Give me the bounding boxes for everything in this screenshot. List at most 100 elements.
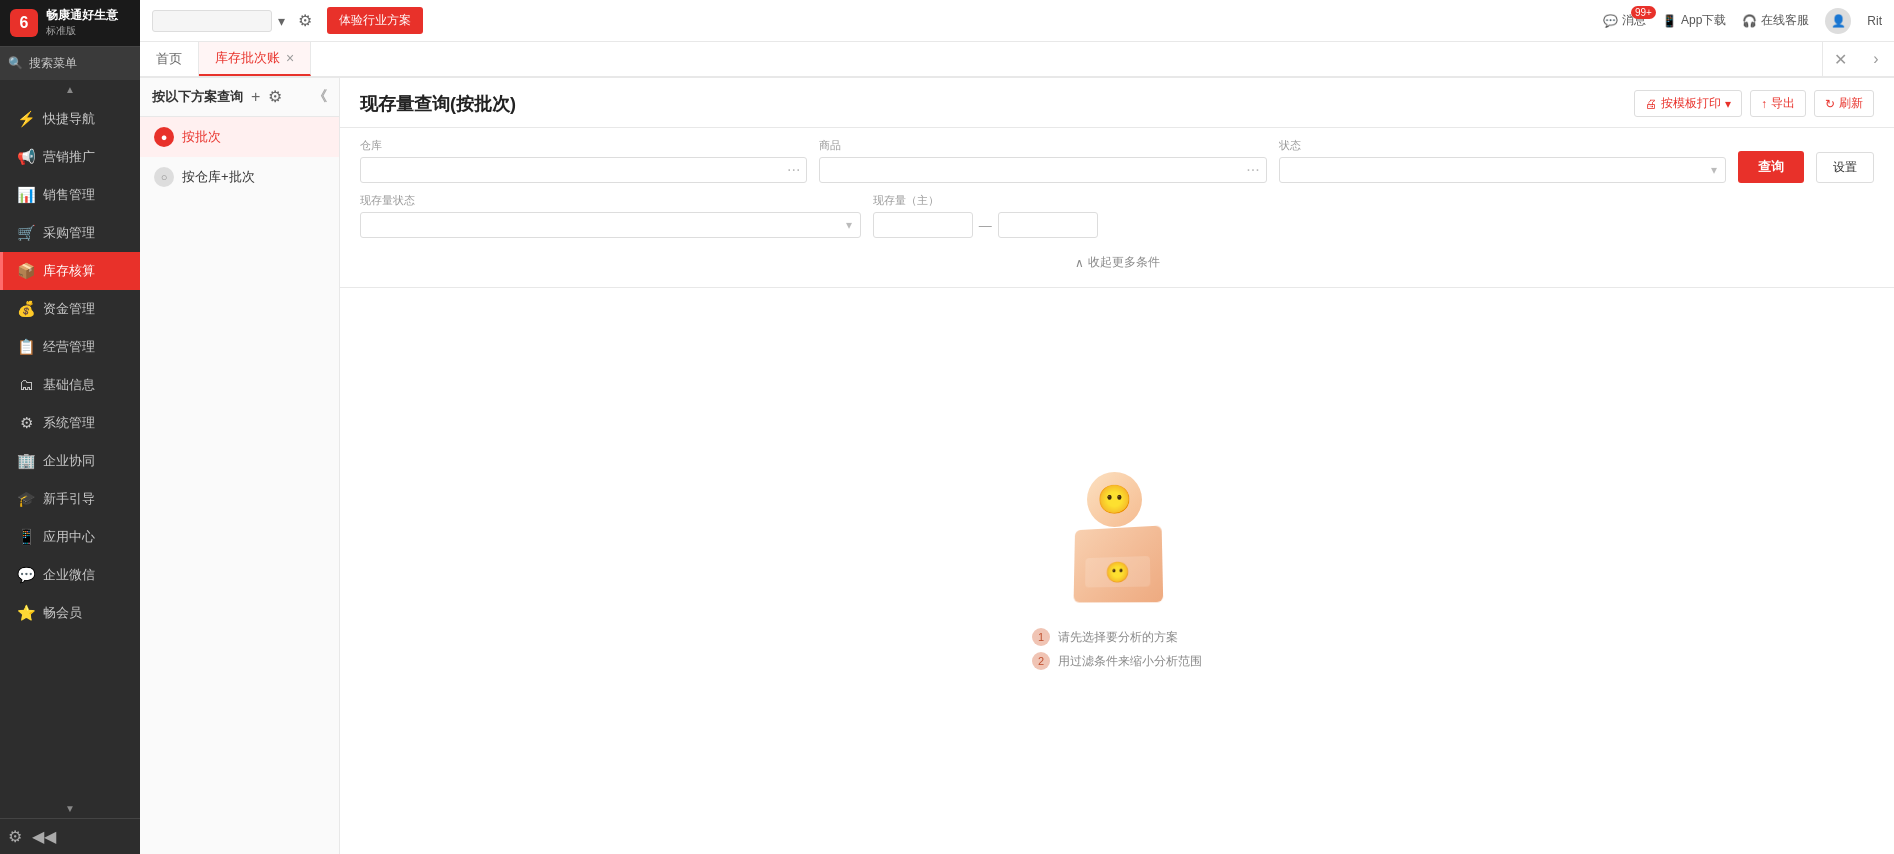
warehouse-label: 仓库 — [360, 138, 807, 153]
empty-box-face: 😶 — [1085, 556, 1150, 588]
print-dropdown-arrow: ▾ — [1725, 97, 1731, 111]
sidebar: 6 畅康通好生意 标准版 🔍 搜索菜单 ▲ ⚡ 快捷导航 📢 营销推广 📊 销售… — [0, 0, 140, 854]
refresh-button[interactable]: ↻ 刷新 — [1814, 90, 1874, 117]
batch-scheme-label: 按批次 — [182, 128, 221, 146]
filter-item-warehouse-batch[interactable]: ○ 按仓库+批次 — [140, 157, 339, 197]
warehouse-input-wrap: ··· — [360, 157, 807, 183]
collapse-sidebar-icon[interactable]: ◀◀ — [32, 827, 56, 846]
inventory-icon: 📦 — [17, 262, 35, 280]
sidebar-item-inventory[interactable]: 📦 库存核算 — [0, 252, 140, 290]
query-button[interactable]: 查询 — [1738, 151, 1804, 183]
sidebar-item-finance[interactable]: 💰 资金管理 — [0, 290, 140, 328]
tab-home[interactable]: 首页 — [140, 42, 199, 76]
export-button[interactable]: ↑ 导出 — [1750, 90, 1806, 117]
shortcut-icon: ⚡ — [17, 110, 35, 128]
avatar[interactable]: 👤 — [1825, 8, 1851, 34]
scroll-up-button[interactable]: ▲ — [0, 80, 140, 100]
finance-icon: 💰 — [17, 300, 35, 318]
sidebar-item-sales[interactable]: 📊 销售管理 — [0, 176, 140, 214]
topbar-dropdown-button[interactable]: ▾ — [278, 13, 285, 29]
apps-icon: 📱 — [17, 528, 35, 546]
warehouse-field: 仓库 ··· — [360, 138, 807, 183]
sidebar-item-guide[interactable]: 🎓 新手引导 — [0, 480, 140, 518]
sidebar-item-member[interactable]: ⭐ 畅会员 — [0, 594, 140, 632]
warehouse-dots[interactable]: ··· — [781, 161, 806, 179]
product-input[interactable] — [820, 158, 1240, 182]
experience-button[interactable]: 体验行业方案 — [327, 7, 423, 34]
sidebar-item-purchase[interactable]: 🛒 采购管理 — [0, 214, 140, 252]
sidebar-item-wechat[interactable]: 💬 企业微信 — [0, 556, 140, 594]
print-button[interactable]: 🖨 按模板打印 ▾ — [1634, 90, 1742, 117]
close-tab-icon[interactable]: × — [286, 50, 294, 66]
collapse-more-button[interactable]: ∧ 收起更多条件 — [360, 248, 1874, 277]
status-select[interactable]: ▾ — [1279, 157, 1726, 183]
stock-status-select[interactable]: ▾ — [360, 212, 861, 238]
batch-scheme-icon: ● — [154, 127, 174, 147]
sidebar-item-label: 新手引导 — [43, 490, 95, 508]
wechat-icon: 💬 — [17, 566, 35, 584]
sidebar-item-label: 企业微信 — [43, 566, 95, 584]
phone-icon: 📱 — [1662, 14, 1677, 28]
stock-status-field: 现存量状态 ▾ — [360, 193, 861, 238]
main-panel: 现存量查询(按批次) 🖨 按模板打印 ▾ ↑ 导出 ↻ 刷新 — [340, 78, 1894, 854]
settings-scheme-button[interactable]: ⚙ — [268, 89, 282, 105]
tabbar: 首页 库存批次账 × ✕ › — [140, 42, 1894, 78]
scroll-down-button[interactable]: ▼ — [0, 798, 140, 818]
sidebar-item-apps[interactable]: 📱 应用中心 — [0, 518, 140, 556]
status-dropdown-arrow: ▾ — [1711, 163, 1717, 177]
warehouse-input[interactable] — [361, 158, 781, 182]
empty-face-circle: 😶 — [1087, 472, 1142, 527]
filter-settings-button[interactable]: 设置 — [1816, 152, 1874, 183]
sidebar-search[interactable]: 🔍 搜索菜单 — [0, 47, 140, 80]
company-name: 畅康通好生意 — [46, 8, 118, 24]
stock-status-arrow: ▾ — [846, 218, 852, 232]
page-header: 现存量查询(按批次) 🖨 按模板打印 ▾ ↑ 导出 ↻ 刷新 — [340, 78, 1894, 128]
edition-label: 标准版 — [46, 24, 118, 38]
sidebar-nav: ⚡ 快捷导航 📢 营销推广 📊 销售管理 🛒 采购管理 📦 库存核算 💰 资金管… — [0, 100, 140, 798]
sidebar-item-label: 企业协同 — [43, 452, 95, 470]
page-title: 现存量查询(按批次) — [360, 92, 516, 116]
sidebar-item-label: 库存核算 — [43, 262, 95, 280]
panel-close-button[interactable]: ✕ — [1822, 41, 1858, 77]
stock-quantity-max-input[interactable] — [998, 212, 1098, 238]
basic-icon: 🗂 — [17, 376, 35, 393]
sales-icon: 📊 — [17, 186, 35, 204]
sidebar-item-label: 快捷导航 — [43, 110, 95, 128]
add-scheme-button[interactable]: + — [251, 89, 260, 105]
filter-row-1: 仓库 ··· 商品 ··· 状态 — [360, 138, 1874, 183]
username-label[interactable]: Rit — [1867, 14, 1882, 28]
topbar-search-input[interactable] — [152, 10, 272, 32]
enterprise-icon: 🏢 — [17, 452, 35, 470]
hint-1-number: 1 — [1032, 628, 1050, 646]
sidebar-item-business[interactable]: 📋 经营管理 — [0, 328, 140, 366]
stock-quantity-field: 现存量（主） — — [873, 193, 1874, 238]
messages-button[interactable]: 💬 消息 99+ — [1603, 12, 1646, 29]
app-download-button[interactable]: 📱 App下载 — [1662, 12, 1726, 29]
sidebar-item-system[interactable]: ⚙ 系统管理 — [0, 404, 140, 442]
system-icon: ⚙ — [17, 414, 35, 432]
sidebar-item-label: 资金管理 — [43, 300, 95, 318]
sidebar-item-enterprise[interactable]: 🏢 企业协同 — [0, 442, 140, 480]
sidebar-item-basic[interactable]: 🗂 基础信息 — [0, 366, 140, 404]
settings-icon[interactable]: ⚙ — [8, 827, 22, 846]
sidebar-item-label: 应用中心 — [43, 528, 95, 546]
product-dots[interactable]: ··· — [1240, 161, 1265, 179]
refresh-icon: ↻ — [1825, 97, 1835, 111]
stock-quantity-min-input[interactable] — [873, 212, 973, 238]
empty-illustration: 😶 😶 — [1047, 472, 1187, 612]
stock-quantity-label: 现存量（主） — [873, 193, 1874, 208]
app-logo: 6 — [10, 9, 38, 37]
topbar-gear-button[interactable]: ⚙ — [291, 7, 319, 35]
print-icon: 🖨 — [1645, 97, 1657, 111]
sidebar-item-marketing[interactable]: 📢 营销推广 — [0, 138, 140, 176]
sidebar-bottom: ⚙ ◀◀ — [0, 818, 140, 854]
panel-arrow-button[interactable]: › — [1858, 41, 1894, 77]
sidebar-item-label: 经营管理 — [43, 338, 95, 356]
online-service-button[interactable]: 🎧 在线客服 — [1742, 12, 1809, 29]
tab-inventory-batch[interactable]: 库存批次账 × — [199, 42, 311, 76]
collapse-panel-button[interactable]: 《 — [313, 88, 327, 106]
sidebar-item-shortcut[interactable]: ⚡ 快捷导航 — [0, 100, 140, 138]
business-icon: 📋 — [17, 338, 35, 356]
filter-item-by-batch[interactable]: ● 按批次 — [140, 117, 339, 157]
status-field: 状态 ▾ — [1279, 138, 1726, 183]
